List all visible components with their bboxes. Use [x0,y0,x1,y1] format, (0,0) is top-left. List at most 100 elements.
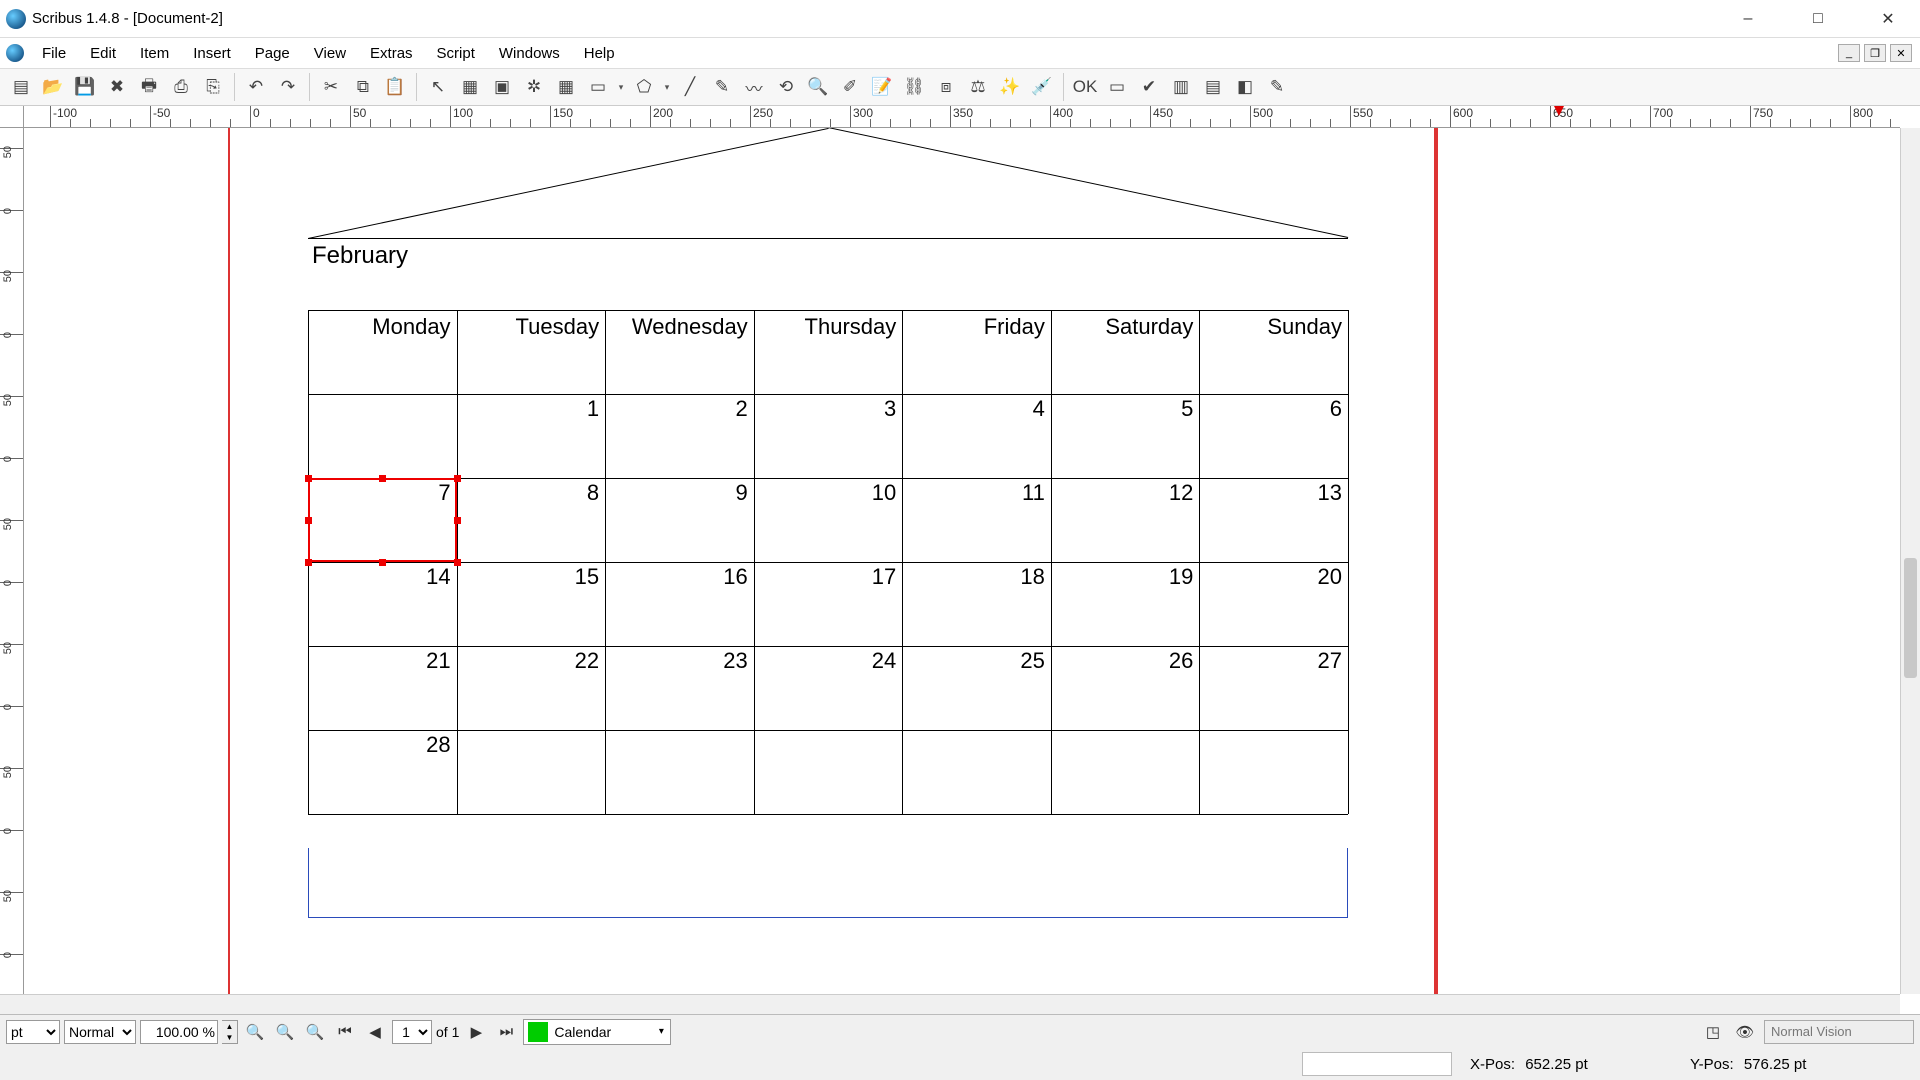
copy-icon[interactable]: ⧉ [348,72,378,102]
render-frame-icon[interactable]: ✲ [519,72,549,102]
edit-contents-icon[interactable]: ✐ [835,72,865,102]
day-cell[interactable]: 28 [308,732,451,758]
rotate-icon[interactable]: ⟲ [771,72,801,102]
menu-extras[interactable]: Extras [358,41,425,66]
layer-select[interactable]: Calendar ▾ [523,1019,671,1045]
unit-select[interactable]: pt [6,1020,60,1044]
new-icon[interactable]: ▤ [6,72,36,102]
zoom-in-icon[interactable]: 🔍 [302,1019,328,1045]
link-annot-icon[interactable]: ✎ [1262,72,1292,102]
day-cell[interactable]: 10 [754,480,897,506]
zoom-spinner[interactable]: ▲▼ [222,1020,238,1044]
mdi-restore-button[interactable]: ❐ [1864,44,1886,62]
selection-handle[interactable] [305,559,312,566]
menu-file[interactable]: File [30,41,78,66]
selection-handle[interactable] [454,517,461,524]
day-cell[interactable]: 23 [605,648,748,674]
menu-help[interactable]: Help [572,41,627,66]
day-cell[interactable]: 20 [1199,564,1342,590]
selection-box[interactable] [308,478,457,562]
pdf-button-icon[interactable]: OK [1070,72,1100,102]
vscroll-thumb[interactable] [1904,558,1917,678]
vertical-scrollbar[interactable] [1900,128,1920,994]
redo-icon[interactable]: ↷ [273,72,303,102]
day-cell[interactable]: 6 [1199,396,1342,422]
day-cell[interactable]: 22 [457,648,600,674]
eyedropper-icon[interactable]: 💉 [1027,72,1057,102]
annot-icon[interactable]: ◧ [1230,72,1260,102]
menu-insert[interactable]: Insert [181,41,243,66]
edit-text-icon[interactable]: 📝 [867,72,897,102]
day-cell[interactable]: 27 [1199,648,1342,674]
selection-handle[interactable] [305,475,312,482]
menu-view[interactable]: View [302,41,358,66]
unlink-frames-icon[interactable]: ⧈ [931,72,961,102]
polygon-icon[interactable]: ⬠ [629,72,659,102]
day-cell[interactable]: 9 [605,480,748,506]
vertical-ruler[interactable]: 500500500500500500500 [0,128,24,994]
day-cell[interactable]: 14 [308,564,451,590]
mdi-minimize-button[interactable]: _ [1838,44,1860,62]
day-cell[interactable]: 4 [902,396,1045,422]
cms-icon[interactable]: ◳ [1700,1019,1726,1045]
day-cell[interactable]: 24 [754,648,897,674]
preview-icon[interactable]: 👁 [1732,1019,1758,1045]
shape-dd-icon[interactable]: ▾ [615,82,627,93]
menu-page[interactable]: Page [243,41,302,66]
line-icon[interactable]: ╱ [675,72,705,102]
zoom-icon[interactable]: 🔍 [803,72,833,102]
polygon-dd-icon[interactable]: ▾ [661,82,673,93]
goto-next-page-icon[interactable]: ▶ [463,1019,489,1045]
pdf-list-icon[interactable]: ▤ [1198,72,1228,102]
selection-handle[interactable] [454,559,461,566]
save-icon[interactable]: 💾 [70,72,100,102]
day-cell[interactable]: 2 [605,396,748,422]
measure-icon[interactable]: ⚖ [963,72,993,102]
pdf-text-icon[interactable]: ▭ [1102,72,1132,102]
selection-handle[interactable] [454,475,461,482]
freehand-icon[interactable]: 〰 [739,72,769,102]
canvas[interactable]: February MondayTuesdayWednesdayThursdayF… [24,128,1900,994]
image-frame-icon[interactable]: ▣ [487,72,517,102]
menu-edit[interactable]: Edit [78,41,128,66]
print-icon[interactable]: 🖶 [134,72,164,102]
horizontal-ruler[interactable]: -100-50050100150200250300350400450500550… [24,106,1900,128]
text-frame-icon[interactable]: ▦ [455,72,485,102]
day-cell[interactable]: 3 [754,396,897,422]
link-frames-icon[interactable]: ⛓ [899,72,929,102]
pdf-check-icon[interactable]: ✔ [1134,72,1164,102]
day-cell[interactable]: 21 [308,648,451,674]
day-cell[interactable]: 26 [1051,648,1194,674]
pdf-icon[interactable]: ⎘ [198,72,228,102]
pdf-combo-icon[interactable]: ▥ [1166,72,1196,102]
goto-prev-page-icon[interactable]: ◀ [362,1019,388,1045]
vision-mode-select[interactable]: Normal Vision [1764,1020,1914,1044]
selection-handle[interactable] [379,559,386,566]
menu-windows[interactable]: Windows [487,41,572,66]
day-cell[interactable]: 8 [457,480,600,506]
day-cell[interactable]: 5 [1051,396,1194,422]
preflight-icon[interactable]: ⎙ [166,72,196,102]
day-cell[interactable]: 19 [1051,564,1194,590]
goto-last-page-icon[interactable]: ⏭ [493,1019,519,1045]
maximize-button[interactable]: □ [1800,5,1836,33]
close-button[interactable]: ✕ [1870,5,1906,33]
display-mode-select[interactable]: Normal [64,1020,136,1044]
copy-props-icon[interactable]: ✨ [995,72,1025,102]
day-cell[interactable]: 15 [457,564,600,590]
calendar-frame[interactable]: February MondayTuesdayWednesdayThursdayF… [308,128,1348,848]
menu-script[interactable]: Script [425,41,487,66]
day-cell[interactable]: 12 [1051,480,1194,506]
day-cell[interactable]: 18 [902,564,1045,590]
day-cell[interactable]: 16 [605,564,748,590]
menu-item[interactable]: Item [128,41,181,66]
day-cell[interactable]: 1 [457,396,600,422]
paste-icon[interactable]: 📋 [380,72,410,102]
zoom-reset-icon[interactable]: 🔍 [272,1019,298,1045]
undo-icon[interactable]: ↶ [241,72,271,102]
zoom-input[interactable] [140,1020,218,1044]
minimize-button[interactable]: – [1730,5,1766,33]
cut-icon[interactable]: ✂ [316,72,346,102]
bezier-icon[interactable]: ✎ [707,72,737,102]
open-icon[interactable]: 📂 [38,72,68,102]
